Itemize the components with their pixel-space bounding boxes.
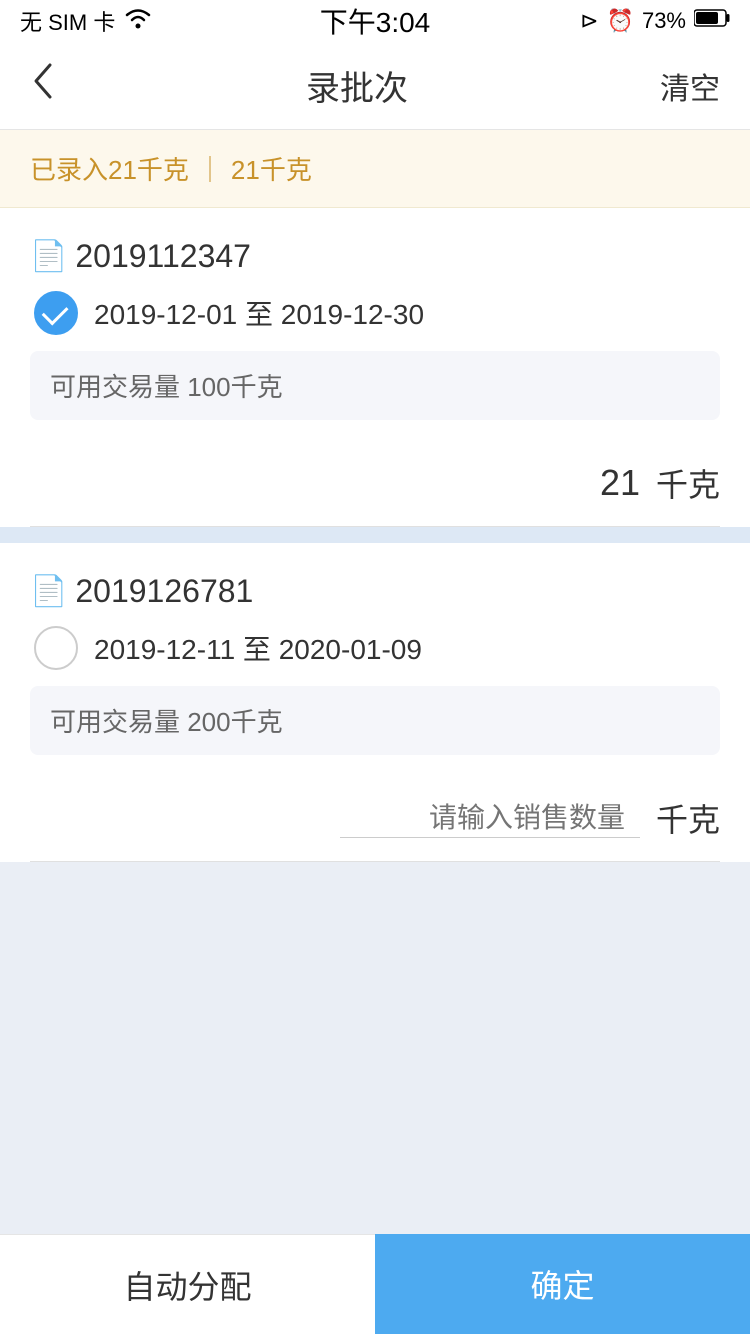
battery-percent: 73% (642, 8, 686, 34)
batch-id-row-1: 📄 2019112347 (30, 238, 720, 275)
confirm-button[interactable]: 确定 (375, 1234, 750, 1334)
status-right: ⊳ ⏰ 73% (580, 8, 730, 34)
batch-date-1: 2019-12-01 至 2019-12-30 (94, 293, 424, 333)
batch-id-2: 2019126781 (75, 573, 253, 610)
document-icon-2: 📄 (30, 574, 67, 609)
card-separator (0, 527, 750, 543)
placeholder-unit-2: 千克 (656, 795, 720, 841)
status-left: 无 SIM 卡 (20, 5, 153, 37)
status-bar: 无 SIM 卡 下午3:04 ⊳ ⏰ 73% (0, 0, 750, 42)
radio-1[interactable] (34, 291, 78, 335)
document-icon-1: 📄 (30, 239, 67, 274)
bottom-bar: 自动分配 确定 (0, 1234, 750, 1334)
available-volume-box-2: 可用交易量 200千克 (30, 686, 720, 755)
sim-text: 无 SIM 卡 (20, 5, 115, 37)
summary-divider (209, 156, 211, 182)
available-volume-box-1: 可用交易量 100千克 (30, 351, 720, 420)
battery-icon (694, 8, 730, 34)
total-label: 21千克 (231, 150, 312, 187)
quantity-unit-1: 千克 (656, 460, 720, 506)
placeholder-row-2: 千克 (0, 775, 750, 841)
batch-card-1: 📄 2019112347 2019-12-01 至 2019-12-30 可用交… (0, 208, 750, 527)
quantity-input-2[interactable] (340, 798, 640, 838)
available-volume-2: 可用交易量 200千克 (50, 707, 283, 737)
recorded-label: 已录入21千克 (30, 150, 189, 187)
available-volume-1: 可用交易量 100千克 (50, 372, 283, 402)
batch-id-row-2: 📄 2019126781 (30, 573, 720, 610)
page-title: 录批次 (306, 61, 408, 110)
clear-button[interactable]: 清空 (660, 64, 720, 108)
auto-distribute-button[interactable]: 自动分配 (0, 1234, 375, 1334)
quantity-value-1: 21 (600, 462, 640, 504)
radio-2[interactable] (34, 626, 78, 670)
batch-date-2: 2019-12-11 至 2020-01-09 (94, 628, 422, 668)
quantity-row-1: 21 千克 (0, 440, 750, 506)
batch-id-1: 2019112347 (75, 238, 251, 275)
batch-card-2: 📄 2019126781 2019-12-11 至 2020-01-09 可用交… (0, 543, 750, 862)
status-time: 下午3:04 (320, 1, 431, 41)
location-icon: ⊳ (580, 8, 598, 34)
batch-date-row-1[interactable]: 2019-12-01 至 2019-12-30 (30, 291, 720, 335)
wifi-icon (123, 7, 153, 35)
back-button[interactable] (30, 61, 54, 110)
batch-date-row-2[interactable]: 2019-12-11 至 2020-01-09 (30, 626, 720, 670)
summary-bar: 已录入21千克 21千克 (0, 130, 750, 208)
alarm-icon: ⏰ (607, 8, 634, 34)
nav-bar: 录批次 清空 (0, 42, 750, 130)
